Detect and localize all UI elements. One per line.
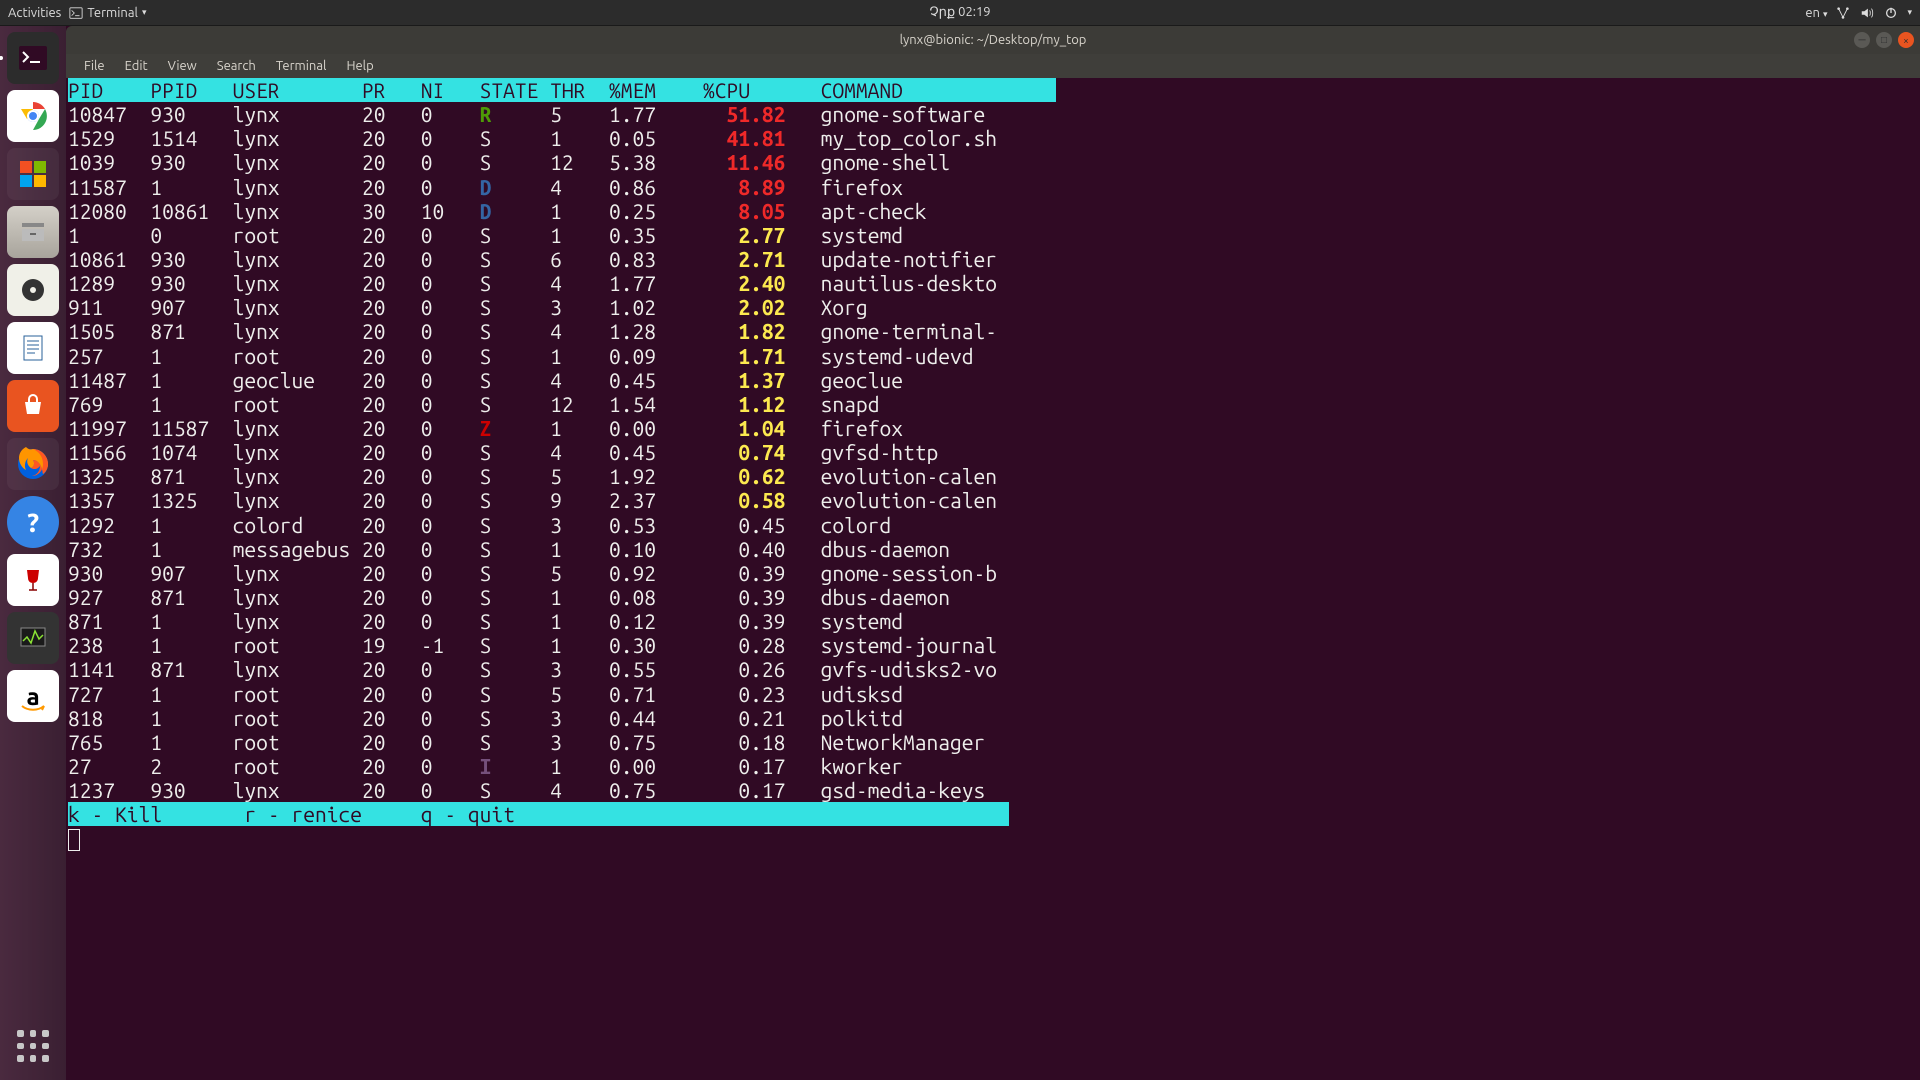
process-row: 12080 10861 lynx 30 10 D 1 0.25 8.05 apt… <box>68 199 927 223</box>
process-row: 818 1 root 20 0 S 3 0.44 0.21 polkitd <box>68 706 903 730</box>
minimize-button[interactable]: ─ <box>1854 32 1870 48</box>
window-title: lynx@bionic: ~/Desktop/my_top <box>900 33 1087 47</box>
network-icon[interactable] <box>1835 5 1851 21</box>
dock-writer[interactable] <box>7 322 59 374</box>
dock: ? a Amazon <box>0 26 66 1080</box>
process-row: 1325 871 lynx 20 0 S 5 1.92 0.62 evoluti… <box>68 464 997 488</box>
process-row: 927 871 lynx 20 0 S 1 0.08 0.39 dbus-dae… <box>68 585 950 609</box>
chevron-down-icon[interactable]: ▾ <box>1907 7 1912 18</box>
process-row: 238 1 root 19 -1 S 1 0.30 0.28 systemd-j… <box>68 633 997 657</box>
power-icon[interactable] <box>1883 5 1899 21</box>
dock-system-monitor[interactable] <box>7 612 59 664</box>
process-row: 1237 930 lynx 20 0 S 4 0.75 0.17 gsd-med… <box>68 778 985 802</box>
process-row: 732 1 messagebus 20 0 S 1 0.10 0.40 dbus… <box>68 537 950 561</box>
menu-edit[interactable]: Edit <box>117 57 156 75</box>
process-row: 1141 871 lynx 20 0 S 3 0.55 0.26 gvfs-ud… <box>68 657 997 681</box>
maximize-button[interactable]: □ <box>1876 32 1892 48</box>
show-applications-button[interactable] <box>7 1020 59 1072</box>
gnome-topbar: Activities Terminal ▾ Չրք 02:19 en ▾ ▾ <box>0 0 1920 26</box>
process-row: 11587 1 lynx 20 0 D 4 0.86 8.89 firefox <box>68 175 903 199</box>
process-row: 1039 930 lynx 20 0 S 12 5.38 11.46 gnome… <box>68 150 950 174</box>
process-row: 10847 930 lynx 20 0 R 5 1.77 51.82 gnome… <box>68 102 985 126</box>
menu-search[interactable]: Search <box>209 57 264 75</box>
process-row: 257 1 root 20 0 S 1 0.09 1.71 systemd-ud… <box>68 344 974 368</box>
close-button[interactable]: × <box>1898 32 1914 48</box>
process-row: 11997 11587 lynx 20 0 Z 1 0.00 1.04 fire… <box>68 416 903 440</box>
process-row: 769 1 root 20 0 S 12 1.54 1.12 snapd <box>68 392 879 416</box>
dock-software[interactable] <box>7 380 59 432</box>
process-row: 871 1 lynx 20 0 S 1 0.12 0.39 systemd <box>68 609 903 633</box>
process-row: 1357 1325 lynx 20 0 S 9 2.37 0.58 evolut… <box>68 488 997 512</box>
activities-button[interactable]: Activities <box>8 6 61 20</box>
terminal-output[interactable]: PID PPID USER PR NI STATE THR %MEM %CPU … <box>66 78 1920 1080</box>
process-row: 11487 1 geoclue 20 0 S 4 0.45 1.37 geocl… <box>68 368 903 392</box>
dock-amazon[interactable]: a Amazon <box>7 670 59 722</box>
window-titlebar[interactable]: lynx@bionic: ~/Desktop/my_top ─ □ × <box>66 26 1920 54</box>
process-row: 1529 1514 lynx 20 0 S 1 0.05 41.81 my_to… <box>68 126 997 150</box>
dock-wine[interactable] <box>7 554 59 606</box>
menu-file[interactable]: File <box>76 57 113 75</box>
menu-terminal[interactable]: Terminal <box>268 57 335 75</box>
process-row: 930 907 lynx 20 0 S 5 0.92 0.39 gnome-se… <box>68 561 997 585</box>
clock[interactable]: Չրք 02:19 <box>929 5 990 20</box>
dock-help[interactable]: ? <box>7 496 59 548</box>
process-row: 1292 1 colord 20 0 S 3 0.53 0.45 colord <box>68 513 891 537</box>
menu-help[interactable]: Help <box>338 57 381 75</box>
process-row: 1 0 root 20 0 S 1 0.35 2.77 systemd <box>68 223 903 247</box>
process-row: 10861 930 lynx 20 0 S 6 0.83 2.71 update… <box>68 247 997 271</box>
process-row: 765 1 root 20 0 S 3 0.75 0.18 NetworkMan… <box>68 730 985 754</box>
process-row: 1505 871 lynx 20 0 S 4 1.28 1.82 gnome-t… <box>68 319 997 343</box>
dock-chrome[interactable] <box>7 90 59 142</box>
dock-files[interactable] <box>7 206 59 258</box>
process-row: 1289 930 lynx 20 0 S 4 1.77 2.40 nautilu… <box>68 271 997 295</box>
menubar: File Edit View Search Terminal Help <box>66 54 1920 78</box>
dock-terminal[interactable] <box>7 32 59 84</box>
dock-rhythmbox[interactable] <box>7 264 59 316</box>
process-row: 27 2 root 20 0 I 1 0.00 0.17 kworker <box>68 754 903 778</box>
table-header: PID PPID USER PR NI STATE THR %MEM %CPU … <box>68 78 1056 102</box>
cursor <box>68 829 80 851</box>
volume-icon[interactable] <box>1859 5 1875 21</box>
dock-windows[interactable] <box>7 148 59 200</box>
dock-firefox[interactable] <box>7 438 59 490</box>
terminal-icon <box>69 6 83 20</box>
menu-view[interactable]: View <box>160 57 205 75</box>
keyboard-layout-indicator[interactable]: en ▾ <box>1805 6 1827 20</box>
chevron-down-icon: ▾ <box>142 7 147 18</box>
process-row: 11566 1074 lynx 20 0 S 4 0.45 0.74 gvfsd… <box>68 440 938 464</box>
process-row: 911 907 lynx 20 0 S 3 1.02 2.02 Xorg <box>68 295 868 319</box>
process-row: 727 1 root 20 0 S 5 0.71 0.23 udisksd <box>68 682 903 706</box>
terminal-window: lynx@bionic: ~/Desktop/my_top ─ □ × File… <box>66 26 1920 1080</box>
app-menu[interactable]: Terminal ▾ <box>69 6 146 20</box>
footer-help: k - Kill r - renice q - quit <box>68 802 1009 826</box>
